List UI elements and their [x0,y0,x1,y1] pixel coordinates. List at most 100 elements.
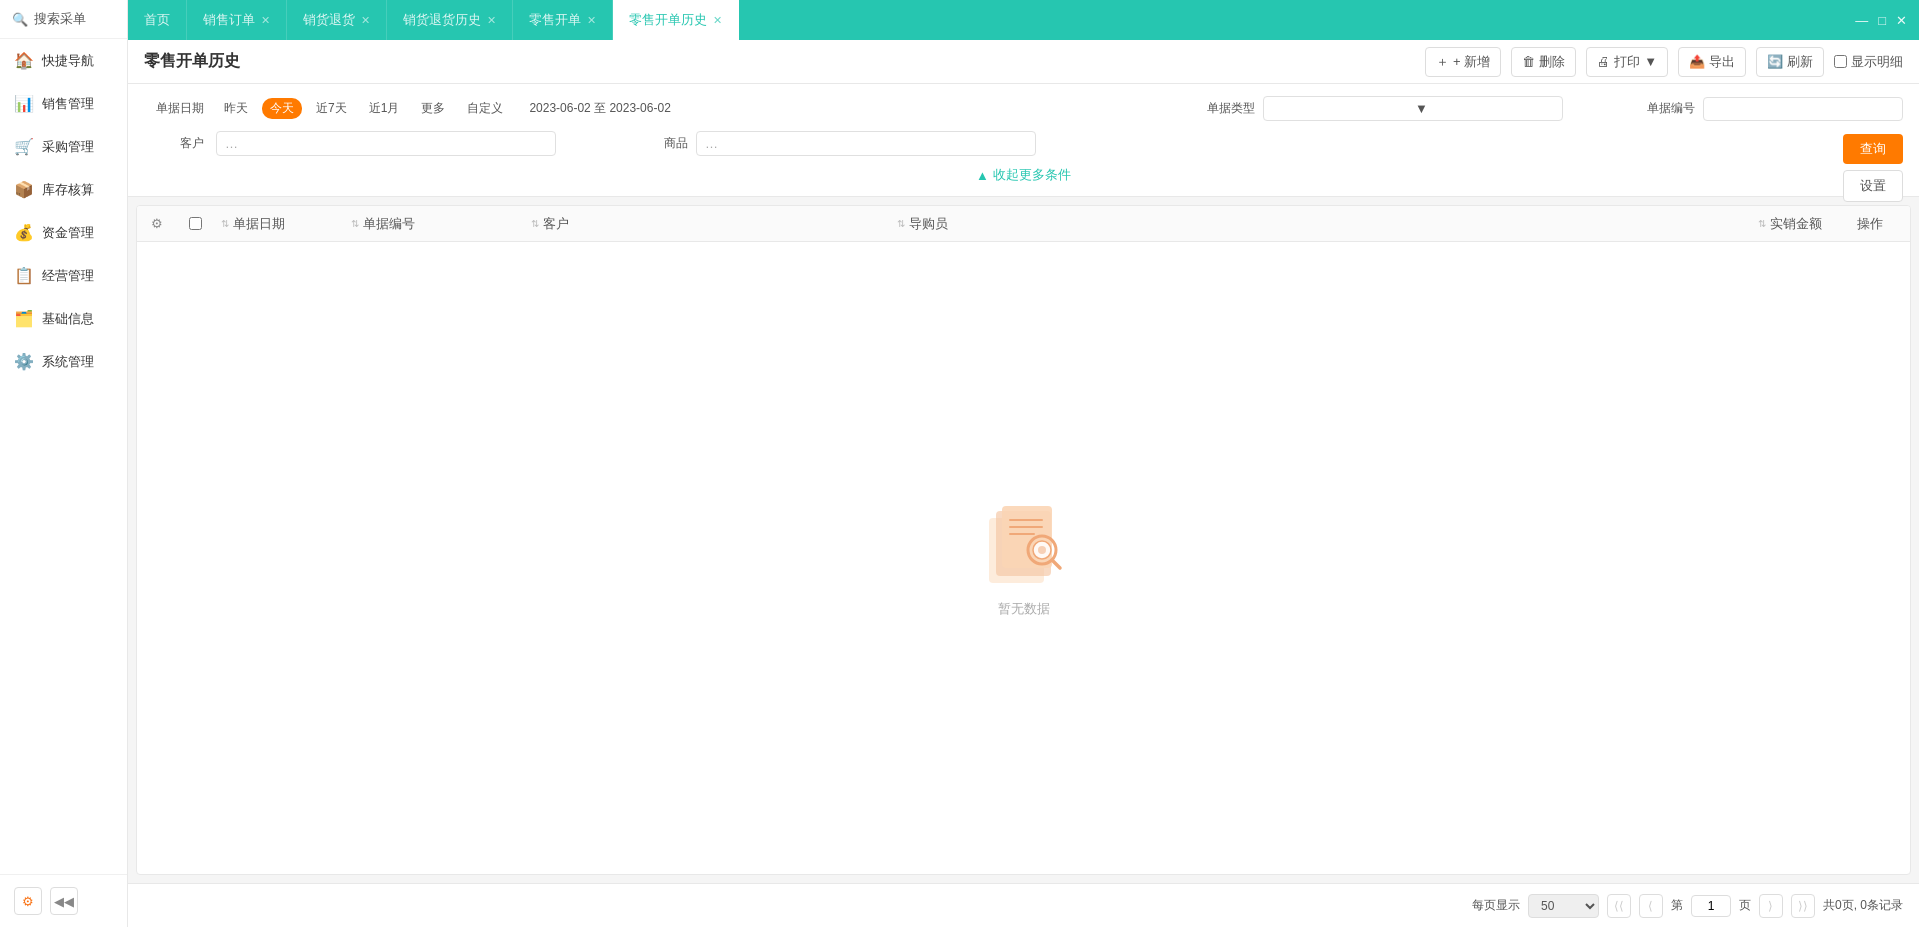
prev-page-button[interactable]: ⟨ [1639,894,1663,918]
last-page-button[interactable]: ⟩⟩ [1791,894,1815,918]
first-page-button[interactable]: ⟨⟨ [1607,894,1631,918]
sort-icon[interactable]: ⇅ [351,218,359,229]
export-label: 导出 [1709,53,1735,71]
doc-type-select[interactable]: ▼ [1263,96,1563,121]
svg-point-9 [1038,546,1046,554]
settings-button[interactable]: ⚙ [14,887,42,915]
window-max-button[interactable]: □ [1878,13,1886,28]
date-range-display: 2023-06-02 至 2023-06-02 [529,100,670,117]
display-detail-toggle[interactable]: 显示明细 [1834,53,1903,71]
print-icon: 🖨 [1597,54,1610,69]
customer-filter-label: 客户 [144,135,204,152]
clipboard-icon: 📋 [14,266,34,285]
sort-icon[interactable]: ⇅ [897,218,905,229]
tab-sales-order[interactable]: 销售订单 ✕ [187,0,287,40]
add-icon: ＋ [1436,53,1449,71]
search-menu-item[interactable]: 🔍 搜索采单 [0,0,127,39]
tab-sales-return-label: 销货退货 [303,11,355,29]
empty-illustration [974,498,1074,588]
next-page-button[interactable]: ⟩ [1759,894,1783,918]
page-prefix: 第 [1671,897,1683,914]
add-label: + 新增 [1453,53,1490,71]
sidebar-item-basic-info[interactable]: 🗂️ 基础信息 [0,297,127,340]
sidebar: 🔍 搜索采单 🏠 快捷导航 📊 销售管理 🛒 采购管理 📦 库存核算 💰 资金管… [0,0,128,927]
add-button[interactable]: ＋ + 新增 [1425,47,1501,77]
main-content: 首页 销售订单 ✕ 销货退货 ✕ 销货退货历史 ✕ 零售开单 ✕ 零售开单历史 … [128,0,1919,927]
tab-close-icon[interactable]: ✕ [261,14,270,27]
refresh-button[interactable]: 🔄 刷新 [1756,47,1824,77]
delete-label: 删除 [1539,53,1565,71]
empty-state: 暂无数据 [137,242,1910,874]
sidebar-item-purchase-mgmt[interactable]: 🛒 采购管理 [0,125,127,168]
window-close-button[interactable]: ✕ [1896,13,1907,28]
sidebar-item-system-mgmt[interactable]: ⚙️ 系统管理 [0,340,127,383]
window-min-button[interactable]: — [1855,13,1868,28]
doc-type-chevron-icon: ▼ [1415,101,1554,116]
tab-sales-return-history[interactable]: 销货退货历史 ✕ [387,0,513,40]
gear-icon: ⚙️ [14,352,34,371]
sort-icon[interactable]: ⇅ [221,218,229,229]
date-shortcuts: 昨天 今天 近7天 近1月 更多 自定义 [216,98,511,119]
sidebar-item-label: 资金管理 [42,224,94,242]
tab-retail-open-label: 零售开单 [529,11,581,29]
custom-shortcut[interactable]: 自定义 [459,98,511,119]
pagination-total: 共0页, 0条记录 [1823,897,1903,914]
yesterday-shortcut[interactable]: 昨天 [216,98,256,119]
tab-retail-open[interactable]: 零售开单 ✕ [513,0,613,40]
page-suffix: 页 [1739,897,1751,914]
delete-icon: 🗑 [1522,54,1535,69]
settings-filter-button[interactable]: 设置 [1843,170,1903,202]
col-header-customer: ⇅ 客户 [523,215,889,233]
sort-icon[interactable]: ⇅ [531,218,539,229]
page-input[interactable] [1691,895,1731,917]
per-page-select[interactable]: 50 100 200 [1528,894,1599,918]
collapse-filter-label: 收起更多条件 [993,166,1071,184]
empty-text: 暂无数据 [998,600,1050,618]
print-button[interactable]: 🖨 打印 ▼ [1586,47,1668,77]
tab-close-icon[interactable]: ✕ [361,14,370,27]
export-button[interactable]: 📤 导出 [1678,47,1746,77]
sidebar-item-sales-mgmt[interactable]: 📊 销售管理 [0,82,127,125]
collapse-filter-button[interactable]: ▲ 收起更多条件 [144,166,1903,184]
column-settings-icon[interactable]: ⚙ [137,216,177,231]
more-shortcut[interactable]: 更多 [413,98,453,119]
tab-close-icon[interactable]: ✕ [587,14,596,27]
doc-no-filter-label: 单据编号 [1635,100,1695,117]
today-shortcut[interactable]: 今天 [262,98,302,119]
collapse-sidebar-button[interactable]: ◀◀ [50,887,78,915]
money-icon: 💰 [14,223,34,242]
doc-no-input[interactable] [1703,97,1903,121]
pagination: 每页显示 50 100 200 ⟨⟨ ⟨ 第 页 ⟩ ⟩⟩ 共0页, 0条记录 [128,883,1919,927]
query-button[interactable]: 查询 [1843,134,1903,164]
tab-close-icon[interactable]: ✕ [713,14,722,27]
goods-select[interactable]: … [696,131,1036,156]
sidebar-item-inventory[interactable]: 📦 库存核算 [0,168,127,211]
tab-home[interactable]: 首页 [128,0,187,40]
display-detail-label: 显示明细 [1851,53,1903,71]
sidebar-item-label: 销售管理 [42,95,94,113]
per-page-label: 每页显示 [1472,897,1520,914]
print-label: 打印 [1614,53,1640,71]
sort-icon[interactable]: ⇅ [1758,218,1766,229]
refresh-label: 刷新 [1787,53,1813,71]
filter-area: 单据日期 昨天 今天 近7天 近1月 更多 自定义 2023-06-02 至 2… [128,84,1919,197]
tab-close-icon[interactable]: ✕ [487,14,496,27]
last7-shortcut[interactable]: 近7天 [308,98,355,119]
sidebar-item-quick-nav[interactable]: 🏠 快捷导航 [0,39,127,82]
delete-button[interactable]: 🗑 删除 [1511,47,1576,77]
svg-line-8 [1052,560,1060,568]
tab-sales-order-label: 销售订单 [203,11,255,29]
sidebar-item-finance[interactable]: 💰 资金管理 [0,211,127,254]
sidebar-item-label: 基础信息 [42,310,94,328]
sidebar-item-operations[interactable]: 📋 经营管理 [0,254,127,297]
sidebar-item-label: 快捷导航 [42,52,94,70]
customer-select[interactable]: … [216,131,556,156]
chevron-up-icon: ▲ [976,168,989,183]
select-all-checkbox[interactable] [177,217,213,230]
box-icon: 📦 [14,180,34,199]
window-controls: — □ ✕ [1843,0,1919,40]
lastmonth-shortcut[interactable]: 近1月 [361,98,408,119]
tab-retail-history[interactable]: 零售开单历史 ✕ [613,0,739,40]
tab-sales-return[interactable]: 销货退货 ✕ [287,0,387,40]
display-detail-checkbox[interactable] [1834,55,1847,68]
